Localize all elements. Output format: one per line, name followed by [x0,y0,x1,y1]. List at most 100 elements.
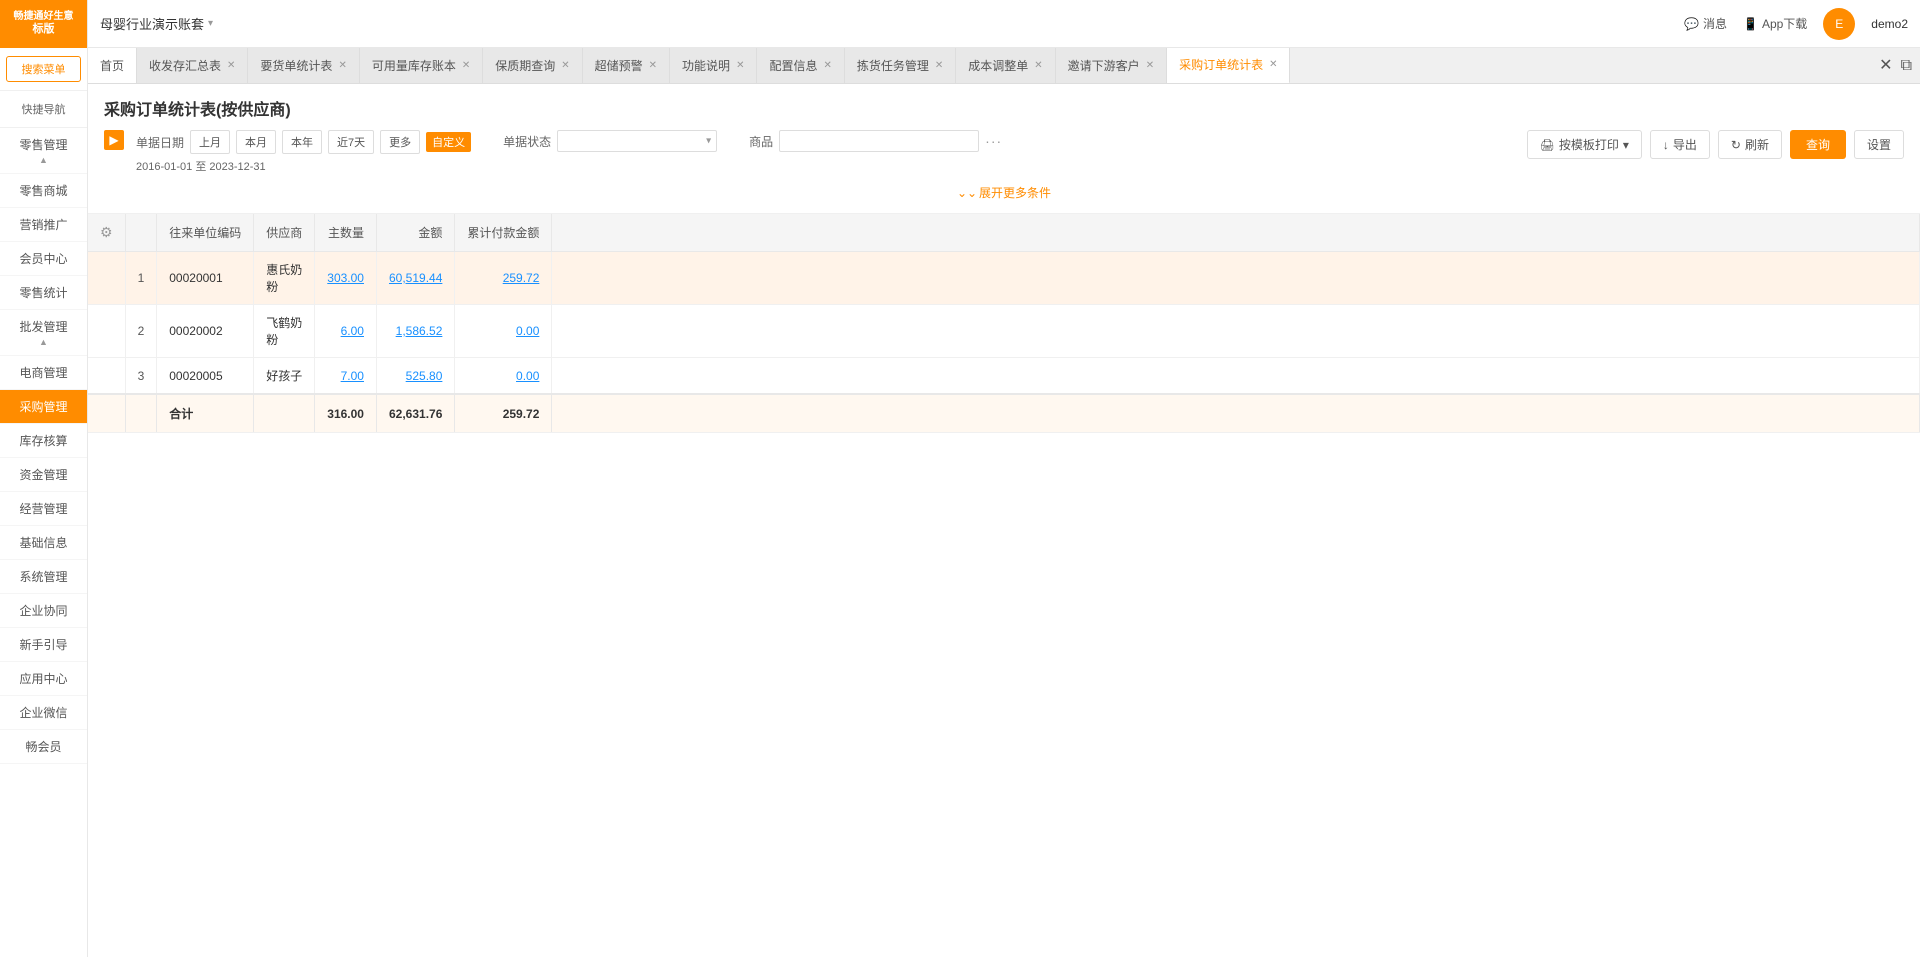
tab-label: 采购订单统计表 [1179,56,1263,73]
tab-label: 超储预警 [595,57,643,74]
user-name: demo2 [1871,17,1908,31]
sidebar-item-retail[interactable]: 零售管理▲ [0,128,87,174]
tab-baoyuqichaxun[interactable]: 保质期查询✕ [483,48,582,84]
row-amount[interactable]: 60,519.44 [376,252,454,305]
tab-close-icon[interactable]: ✕ [736,60,744,71]
sidebar-item-wholesale[interactable]: 批发管理▲ [0,310,87,356]
sidebar-item-basic[interactable]: 基础信息 [0,526,87,560]
tab-close-icon[interactable]: ✕ [462,60,470,71]
row-quantity[interactable]: 7.00 [315,358,377,395]
print-button[interactable]: 🖨 按模板打印 ▾ [1527,130,1642,159]
tab-close-icon[interactable]: ✕ [338,60,346,71]
workspace-title: 母婴行业演示账套 ▾ [100,14,1676,33]
sidebar-item-vip[interactable]: 畅会员 [0,730,87,764]
tab-close-icon[interactable]: ✕ [227,60,235,71]
export-button[interactable]: ↓ 导出 [1650,130,1710,159]
page-header: 采购订单统计表(按供应商) ▶ 单据日期 上月 本月 本年 近7天 更多 自定义 [88,84,1920,214]
logo-line2: 标版 [14,23,74,36]
tab-chaochuyujing[interactable]: 超储预警 ✕ [583,48,670,84]
goods-input[interactable] [779,130,979,152]
message-action[interactable]: 💬 消息 [1684,15,1727,32]
custom-badge: 自定义 [426,132,471,152]
goods-more-icon[interactable]: ··· [985,133,1002,149]
sidebar-item-retail-shop[interactable]: 零售商城 [0,174,87,208]
sidebar-item-purchase[interactable]: 采购管理 [0,390,87,424]
th-extra [552,214,1920,252]
sidebar-item-wechat[interactable]: 企业微信 [0,696,87,730]
search-menu-button[interactable]: 搜索菜单 [6,56,81,82]
date-7days-btn[interactable]: 近7天 [328,130,374,154]
date-this-month-btn[interactable]: 本月 [236,130,276,154]
app-download-label: App下载 [1762,15,1807,32]
tab-close-icon[interactable]: ✕ [1269,59,1277,70]
sidebar-item-member[interactable]: 会员中心 [0,242,87,276]
tab-close-icon[interactable]: ✕ [1146,60,1154,71]
sidebar-item-label: 系统管理 [19,568,67,585]
refresh-button[interactable]: ↻ 刷新 [1718,130,1782,159]
row-code: 00020001 [157,252,254,305]
row-index: 3 [125,358,157,395]
row-amount[interactable]: 525.80 [376,358,454,395]
sidebar-item-ecommerce[interactable]: 电商管理 [0,356,87,390]
tab-home[interactable]: 首页 [88,48,137,84]
status-select[interactable] [557,130,717,152]
row-paid[interactable]: 0.00 [455,358,552,395]
expand-more-row: ⌄⌄ 展开更多条件 [104,180,1904,205]
tab-label: 要货单统计表 [260,57,332,74]
date-this-year-btn[interactable]: 本年 [282,130,322,154]
row-paid[interactable]: 259.72 [455,252,552,305]
print-icon: 🖨 [1540,138,1555,152]
table-body: 1 00020001 惠氏奶粉 303.00 60,519.44 259.72 … [88,252,1920,395]
th-code: 往来单位编码 [157,214,254,252]
sidebar-item-retail-stats[interactable]: 零售统计 [0,276,87,310]
row-paid[interactable]: 0.00 [455,305,552,358]
tab-keyongliang[interactable]: 可用量库存账本✕ [360,48,483,84]
sidebar-item-system[interactable]: 系统管理 [0,560,87,594]
row-amount[interactable]: 1,586.52 [376,305,454,358]
tab-bar: 首页收发存汇总表✕要货单统计表✕可用量库存账本✕保质期查询✕超储预警✕功能说明✕… [88,48,1920,84]
sidebar-item-inventory[interactable]: 库存核算 [0,424,87,458]
tab-close-icon[interactable]: ✕ [561,60,569,71]
tab-close-icon[interactable]: ✕ [823,60,831,71]
app-download-action[interactable]: 📱 App下载 [1743,15,1807,32]
expand-more-button[interactable]: ⌄⌄ 展开更多条件 [957,184,1051,201]
tab-shoufahuizongjiao[interactable]: 收发存汇总表✕ [137,48,248,84]
tab-gongnengshuo[interactable]: 功能说明✕ [670,48,757,84]
user-avatar[interactable]: E [1823,8,1855,40]
tab-caigoutongjibiao[interactable]: 采购订单统计表 ✕ [1167,48,1290,84]
topbar-actions: 💬 消息 📱 App下载 E demo2 [1684,8,1908,40]
settings-button[interactable]: 设置 [1854,130,1904,159]
tab-close-icon[interactable]: ✕ [1034,60,1042,71]
sidebar-item-marketing[interactable]: 营销推广 [0,208,87,242]
tab-peizhixinxi[interactable]: 配置信息✕ [757,48,844,84]
row-supplier: 好孩子 [254,358,315,395]
restore-tabs-button[interactable]: ⧉ [1901,58,1912,74]
column-settings-icon[interactable]: ⚙ [100,224,113,240]
row-quantity[interactable]: 6.00 [315,305,377,358]
sidebar-item-operations[interactable]: 经营管理 [0,492,87,526]
workspace-dropdown-icon[interactable]: ▾ [208,18,213,29]
tab-yaohuodanjtongjibiao[interactable]: 要货单统计表 ✕ [248,48,359,84]
sidebar-item-appcenter[interactable]: 应用中心 [0,662,87,696]
row-quantity[interactable]: 303.00 [315,252,377,305]
tab-chengbentiaojao[interactable]: 成本调整单✕ [956,48,1055,84]
sidebar-item-finance[interactable]: 资金管理 [0,458,87,492]
tab-yaoqingxiayouke[interactable]: 邀请下游客户✕ [1056,48,1167,84]
tab-close-icon[interactable]: ✕ [649,60,657,71]
sidebar-item-label: 应用中心 [19,670,67,687]
close-all-tabs-button[interactable]: ✕ [1879,58,1892,74]
app-logo: 畅捷通好生意 标版 [0,0,87,48]
date-last-month-btn[interactable]: 上月 [190,130,230,154]
tab-penghuorenwu[interactable]: 拣货任务管理✕ [845,48,956,84]
query-button[interactable]: 查询 [1790,130,1846,159]
message-icon: 💬 [1684,17,1699,31]
topbar: 母婴行业演示账套 ▾ 💬 消息 📱 App下载 E demo2 [88,0,1920,48]
sidebar-item-newguide[interactable]: 新手引导 [0,628,87,662]
expand-filter-button[interactable]: ▶ [104,130,124,150]
date-more-btn[interactable]: 更多 [380,130,420,154]
tab-close-icon[interactable]: ✕ [935,60,943,71]
sidebar-item-enterprise[interactable]: 企业协同 [0,594,87,628]
row-supplier: 惠氏奶粉 [254,252,315,305]
quick-nav-button[interactable]: 快捷导航 [6,97,81,121]
table-row: 3 00020005 好孩子 7.00 525.80 0.00 [88,358,1920,395]
